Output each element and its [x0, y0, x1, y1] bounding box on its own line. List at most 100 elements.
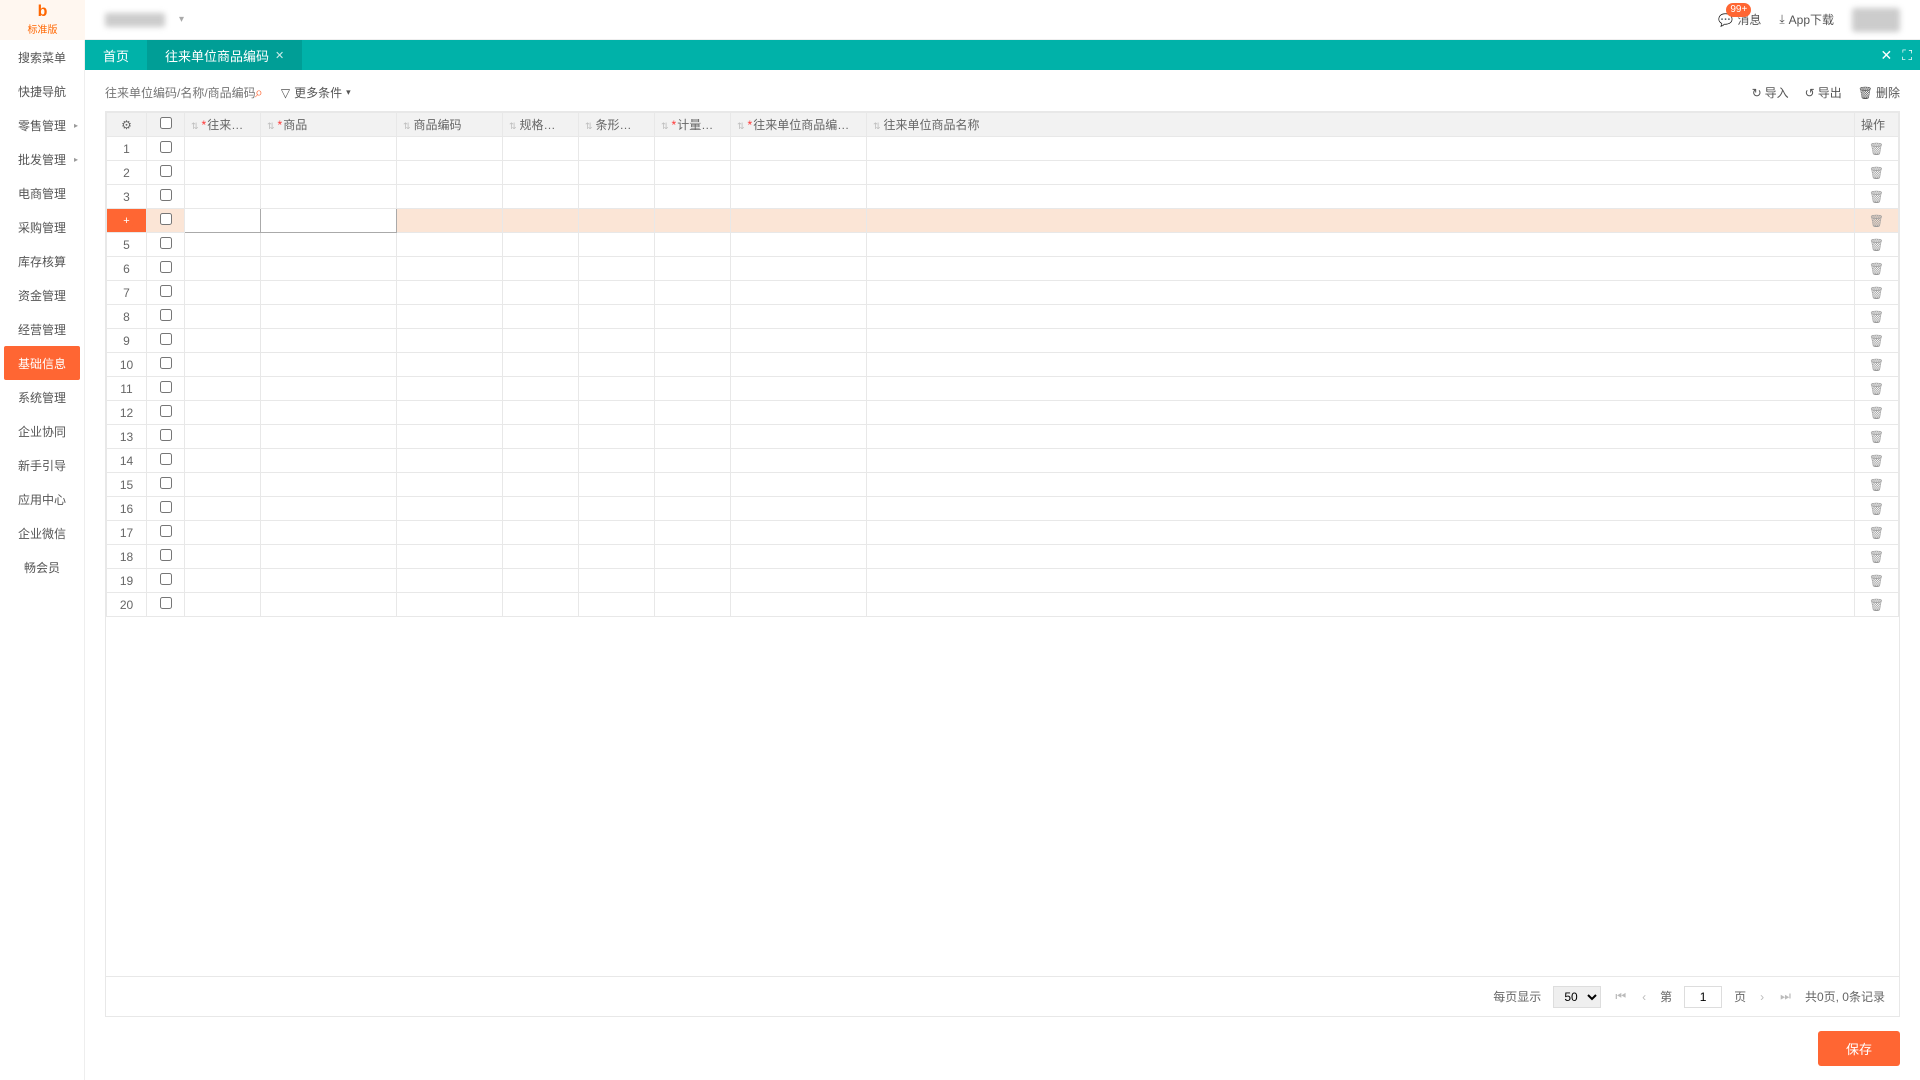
cell[interactable] [731, 209, 867, 233]
row-delete-button[interactable]: 🗑 [1855, 521, 1899, 545]
cell[interactable] [655, 305, 731, 329]
row-checkbox[interactable] [160, 453, 172, 465]
cell[interactable] [731, 281, 867, 305]
cell[interactable] [655, 281, 731, 305]
table-row[interactable]: 3🗑 [107, 185, 1899, 209]
cell[interactable] [397, 209, 503, 233]
cell[interactable] [503, 545, 579, 569]
cell[interactable] [185, 593, 261, 617]
cell[interactable] [503, 593, 579, 617]
cell[interactable] [261, 353, 397, 377]
row-checkbox[interactable] [160, 141, 172, 153]
cell[interactable] [579, 401, 655, 425]
cell[interactable] [261, 449, 397, 473]
cell[interactable] [503, 185, 579, 209]
more-conditions-button[interactable]: ▽ 更多条件 ▾ [281, 84, 351, 101]
row-checkbox[interactable] [160, 573, 172, 585]
cell[interactable] [731, 137, 867, 161]
cell[interactable] [579, 233, 655, 257]
cell[interactable] [503, 401, 579, 425]
cell[interactable] [185, 545, 261, 569]
cell[interactable] [867, 473, 1855, 497]
cell[interactable] [397, 185, 503, 209]
col-barcode[interactable]: ⇅条形… [579, 113, 655, 137]
pager-next-icon[interactable]: › [1758, 990, 1766, 1004]
table-row[interactable]: 17🗑 [107, 521, 1899, 545]
brand-logo[interactable]: b 标准版 [0, 0, 85, 40]
cell[interactable] [579, 257, 655, 281]
cell[interactable] [731, 305, 867, 329]
row-checkbox[interactable] [160, 189, 172, 201]
cell[interactable] [261, 305, 397, 329]
cell[interactable] [655, 425, 731, 449]
cell[interactable] [397, 593, 503, 617]
tab-current[interactable]: 往来单位商品编码 ✕ [147, 40, 302, 70]
cell[interactable] [731, 257, 867, 281]
table-row[interactable]: +🗑 [107, 209, 1899, 233]
cell[interactable] [261, 593, 397, 617]
row-delete-button[interactable]: 🗑 [1855, 257, 1899, 281]
cell[interactable] [261, 233, 397, 257]
table-row[interactable]: 9🗑 [107, 329, 1899, 353]
cell[interactable] [397, 161, 503, 185]
cell[interactable] [579, 545, 655, 569]
fullscreen-icon[interactable]: ⛶ [1902, 47, 1912, 64]
pager-prev-icon[interactable]: ‹ [1640, 990, 1648, 1004]
cell[interactable] [397, 377, 503, 401]
col-checkbox-all[interactable] [147, 113, 185, 137]
row-delete-button[interactable]: 🗑 [1855, 185, 1899, 209]
row-delete-button[interactable]: 🗑 [1855, 497, 1899, 521]
import-button[interactable]: ↻ 导入 [1752, 84, 1789, 101]
row-delete-button[interactable]: 🗑 [1855, 353, 1899, 377]
row-checkbox[interactable] [160, 309, 172, 321]
search-input[interactable] [105, 86, 255, 100]
row-checkbox[interactable] [160, 333, 172, 345]
cell[interactable] [579, 377, 655, 401]
sidebar-item-7[interactable]: 资金管理 [0, 278, 84, 312]
cell[interactable] [397, 497, 503, 521]
messages-button[interactable]: 💬 消息 99+ [1718, 11, 1761, 28]
cell[interactable] [579, 281, 655, 305]
cell[interactable] [655, 569, 731, 593]
sidebar-item-5[interactable]: 采购管理 [0, 210, 84, 244]
row-checkbox[interactable] [160, 261, 172, 273]
cell[interactable] [579, 329, 655, 353]
cell[interactable] [579, 497, 655, 521]
cell[interactable] [185, 305, 261, 329]
cell[interactable] [579, 449, 655, 473]
row-checkbox[interactable] [160, 597, 172, 609]
search-icon[interactable]: ⌕ [255, 84, 263, 101]
cell[interactable] [579, 353, 655, 377]
cell[interactable] [503, 305, 579, 329]
cell[interactable] [867, 377, 1855, 401]
row-checkbox[interactable] [160, 525, 172, 537]
cell[interactable] [655, 377, 731, 401]
row-checkbox[interactable] [160, 285, 172, 297]
cell[interactable] [579, 473, 655, 497]
table-row[interactable]: 5🗑 [107, 233, 1899, 257]
row-delete-button[interactable]: 🗑 [1855, 209, 1899, 233]
row-delete-button[interactable]: 🗑 [1855, 329, 1899, 353]
cell[interactable] [731, 329, 867, 353]
cell[interactable] [867, 305, 1855, 329]
cell[interactable] [579, 425, 655, 449]
cell[interactable] [867, 449, 1855, 473]
cell[interactable] [185, 257, 261, 281]
sidebar-item-0[interactable]: 搜索菜单 [0, 40, 84, 74]
table-row[interactable]: 10🗑 [107, 353, 1899, 377]
row-delete-button[interactable]: 🗑 [1855, 425, 1899, 449]
close-all-icon[interactable]: ✕ [1880, 47, 1892, 64]
sidebar-item-10[interactable]: 系统管理 [0, 380, 84, 414]
cell[interactable] [579, 569, 655, 593]
cell[interactable] [731, 449, 867, 473]
cell[interactable] [655, 497, 731, 521]
cell[interactable] [503, 329, 579, 353]
sidebar-item-2[interactable]: 零售管理▸ [0, 108, 84, 142]
col-unit-prod-name[interactable]: ⇅往来单位商品名称 [867, 113, 1855, 137]
sidebar-item-9[interactable]: 基础信息 [4, 346, 80, 380]
row-checkbox[interactable] [160, 549, 172, 561]
cell[interactable] [867, 401, 1855, 425]
cell[interactable] [867, 161, 1855, 185]
cell[interactable] [503, 233, 579, 257]
cell[interactable] [261, 281, 397, 305]
